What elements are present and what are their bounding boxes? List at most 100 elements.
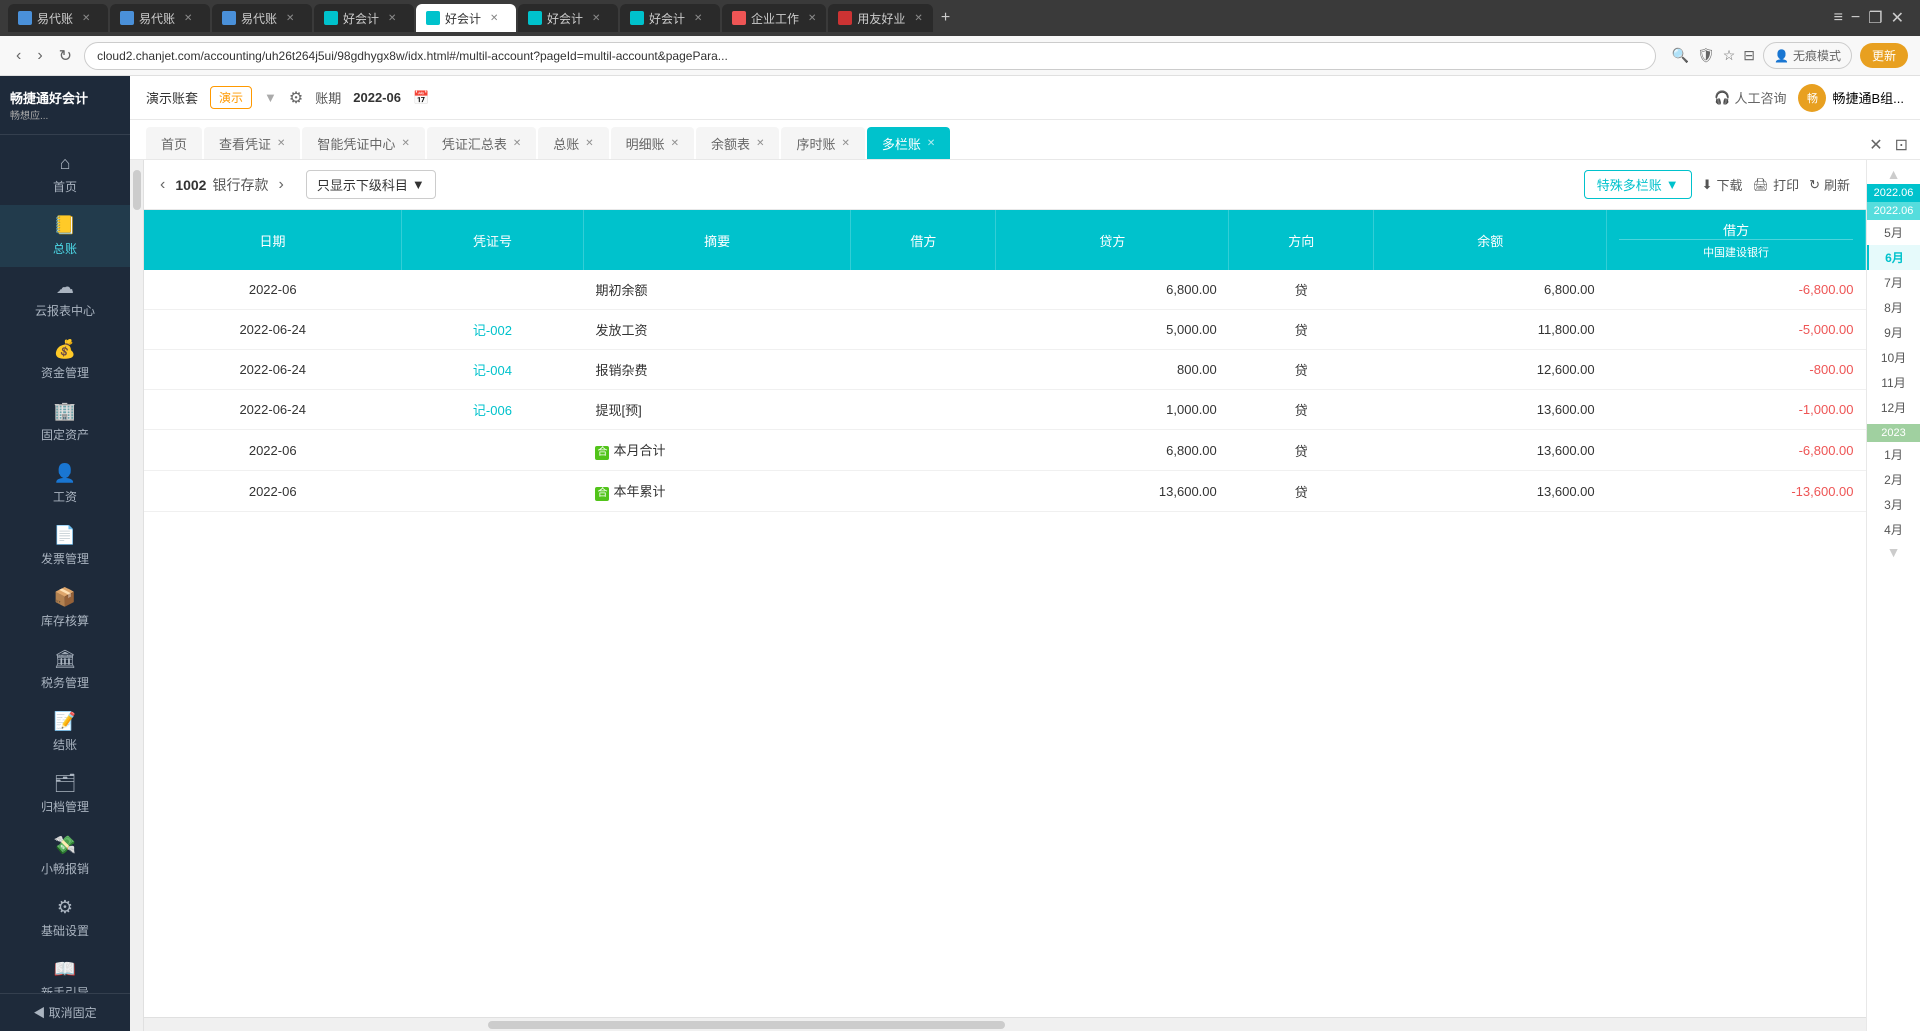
sidebar-item-fund[interactable]: 💰 资金管理 xyxy=(0,329,130,391)
tab-sequential-ledger-close[interactable]: ✕ xyxy=(841,138,849,149)
close-icon[interactable]: ✕ xyxy=(1891,8,1904,28)
voucher-link[interactable]: 记-004 xyxy=(473,363,512,378)
sidebar-item-settings[interactable]: ⚙ 基础设置 xyxy=(0,887,130,949)
reload-button[interactable]: ↻ xyxy=(55,42,76,70)
tab-close-5[interactable]: ✕ xyxy=(490,13,498,24)
sidebar-item-close-period[interactable]: 📝 结账 xyxy=(0,701,130,763)
tab-voucher-summary[interactable]: 凭证汇总表 ✕ xyxy=(427,127,536,159)
tab-close-6[interactable]: ✕ xyxy=(592,13,600,24)
sidebar-item-payroll[interactable]: 👤 工资 xyxy=(0,453,130,515)
browser-tab-7[interactable]: 好会计 ✕ xyxy=(620,4,720,32)
tab-smart-voucher-close[interactable]: ✕ xyxy=(401,138,409,149)
tab-close-8[interactable]: ✕ xyxy=(808,13,816,24)
horizontal-scrollbar[interactable] xyxy=(144,1017,1866,1031)
tab-detail-ledger[interactable]: 明细账 ✕ xyxy=(611,127,694,159)
tab-smart-voucher[interactable]: 智能凭证中心 ✕ xyxy=(302,127,424,159)
browser-tab-6[interactable]: 好会计 ✕ xyxy=(518,4,618,32)
sidebar-collapse-button[interactable]: ◀ 取消固定 xyxy=(0,993,130,1031)
voucher-link[interactable]: 记-006 xyxy=(473,403,512,418)
voucher-link[interactable]: 记-002 xyxy=(473,323,512,338)
tab-close-2[interactable]: ✕ xyxy=(184,13,192,24)
filter-button[interactable]: 只显示下级科目 ▼ xyxy=(306,170,436,199)
consult-button[interactable]: 🎧 人工咨询 xyxy=(1714,88,1786,107)
sidebar-item-cloud-report[interactable]: ☁ 云报表中心 xyxy=(0,267,130,329)
new-tab-button[interactable]: + xyxy=(935,9,956,27)
star-icon[interactable]: ☆ xyxy=(1723,47,1736,64)
settings-gear-icon[interactable]: ⚙ xyxy=(289,88,303,108)
sidebar-item-archive[interactable]: 🗂 归档管理 xyxy=(0,763,130,825)
search-icon[interactable]: 🔍 xyxy=(1672,47,1689,64)
sidebar-item-expense[interactable]: 💸 小畅报销 xyxy=(0,825,130,887)
calendar-month-7[interactable]: 7月 xyxy=(1867,270,1920,295)
shield-icon[interactable]: 🛡 xyxy=(1697,47,1715,64)
browser-tab-5[interactable]: 好会计 ✕ xyxy=(416,4,516,32)
calendar-scroll-up[interactable]: ▲ xyxy=(1867,164,1920,184)
minimize-icon[interactable]: − xyxy=(1851,9,1860,27)
sidebar-item-guide[interactable]: 📖 新手引导 xyxy=(0,949,130,993)
restore-icon[interactable]: ❐ xyxy=(1868,8,1882,28)
calendar-month-2023-3[interactable]: 3月 xyxy=(1867,492,1920,517)
tab-general-ledger-close[interactable]: ✕ xyxy=(585,138,593,149)
tab-voucher-summary-close[interactable]: ✕ xyxy=(513,138,521,149)
account-selector[interactable]: 1002 银行存款 xyxy=(175,175,268,195)
calendar-icon[interactable]: 📅 xyxy=(413,90,429,106)
update-button[interactable]: 更新 xyxy=(1860,43,1908,68)
special-multi-column-button[interactable]: 特殊多栏账 ▼ xyxy=(1584,170,1692,199)
calendar-month-6[interactable]: 6月 xyxy=(1867,245,1920,270)
table-row: 2022-06-24 记-004 报销杂费 800.00 贷 12,600.00… xyxy=(144,350,1866,390)
tab-home[interactable]: 首页 xyxy=(146,127,202,159)
tab-expand-button[interactable]: ⊡ xyxy=(1891,131,1912,159)
print-button[interactable]: 🖨 打印 xyxy=(1753,175,1800,194)
tab-multi-column-close[interactable]: ✕ xyxy=(927,138,935,149)
tab-close-3[interactable]: ✕ xyxy=(286,13,294,24)
tab-voucher-view[interactable]: 查看凭证 ✕ xyxy=(204,127,300,159)
browser-tab-4[interactable]: 好会计 ✕ xyxy=(314,4,414,32)
refresh-button[interactable]: ↻ 刷新 xyxy=(1809,175,1850,194)
calendar-month-8[interactable]: 8月 xyxy=(1867,295,1920,320)
dropdown-arrow-icon[interactable]: ▼ xyxy=(264,90,277,105)
tab-detail-ledger-close[interactable]: ✕ xyxy=(671,138,679,149)
tab-collapse-button[interactable]: ✕ xyxy=(1865,131,1886,159)
url-bar[interactable] xyxy=(84,42,1655,70)
browser-tab-3[interactable]: 易代账 ✕ xyxy=(212,4,312,32)
browser-tab-8[interactable]: 企业工作 ✕ xyxy=(722,4,826,32)
tab-balance-table-close[interactable]: ✕ xyxy=(756,138,764,149)
calendar-month-5[interactable]: 5月 xyxy=(1867,220,1920,245)
calendar-month-2023-4[interactable]: 4月 xyxy=(1867,517,1920,542)
back-button[interactable]: ‹ xyxy=(12,43,25,69)
calendar-month-10[interactable]: 10月 xyxy=(1867,345,1920,370)
sidebar-item-inventory[interactable]: 📦 库存核算 xyxy=(0,577,130,639)
calendar-month-2023-1[interactable]: 1月 xyxy=(1867,442,1920,467)
sidebar-item-home[interactable]: ⌂ 首页 xyxy=(0,143,130,205)
calendar-month-9[interactable]: 9月 xyxy=(1867,320,1920,345)
tab-general-ledger[interactable]: 总账 ✕ xyxy=(538,127,608,159)
sidebar-item-invoice[interactable]: 📄 发票管理 xyxy=(0,515,130,577)
tab-sequential-ledger[interactable]: 序时账 ✕ xyxy=(781,127,864,159)
vertical-scrollbar[interactable] xyxy=(130,160,144,1031)
browser-tab-9[interactable]: 用友好业 ✕ xyxy=(828,4,932,32)
tab-multi-column[interactable]: 多栏账 ✕ xyxy=(867,127,950,159)
ledger-table-wrapper: 日期 凭证号 摘要 借方 贷方 方向 余额 借方 中国建设银行 xyxy=(144,210,1866,1017)
tab-close-7[interactable]: ✕ xyxy=(694,13,702,24)
browser-tab-1[interactable]: 易代账 ✕ xyxy=(8,4,108,32)
stealth-button[interactable]: 👤 无痕模式 xyxy=(1763,42,1852,69)
account-prev-button[interactable]: ‹ xyxy=(160,176,165,194)
tab-list-icon[interactable]: ≡ xyxy=(1834,9,1843,27)
sidebar-item-fixed-asset[interactable]: 🏢 固定资产 xyxy=(0,391,130,453)
forward-button[interactable]: › xyxy=(33,43,46,69)
calendar-month-11[interactable]: 11月 xyxy=(1867,370,1920,395)
sidebar-item-tax[interactable]: 🏛 税务管理 xyxy=(0,639,130,701)
sidebar-toggle-icon[interactable]: ⊟ xyxy=(1743,47,1755,64)
tab-close-4[interactable]: ✕ xyxy=(388,13,396,24)
tab-balance-table[interactable]: 余额表 ✕ xyxy=(696,127,779,159)
calendar-month-12[interactable]: 12月 xyxy=(1867,395,1920,420)
download-button[interactable]: ⬇ 下载 xyxy=(1702,175,1743,194)
calendar-scroll-down[interactable]: ▼ xyxy=(1867,542,1920,562)
account-next-button[interactable]: › xyxy=(278,176,283,194)
calendar-month-2023-2[interactable]: 2月 xyxy=(1867,467,1920,492)
browser-tab-2[interactable]: 易代账 ✕ xyxy=(110,4,210,32)
sidebar-item-ledger[interactable]: 📒 总账 xyxy=(0,205,130,267)
tab-voucher-view-close[interactable]: ✕ xyxy=(277,138,285,149)
tab-close-9[interactable]: ✕ xyxy=(914,13,922,24)
tab-close-1[interactable]: ✕ xyxy=(82,13,90,24)
